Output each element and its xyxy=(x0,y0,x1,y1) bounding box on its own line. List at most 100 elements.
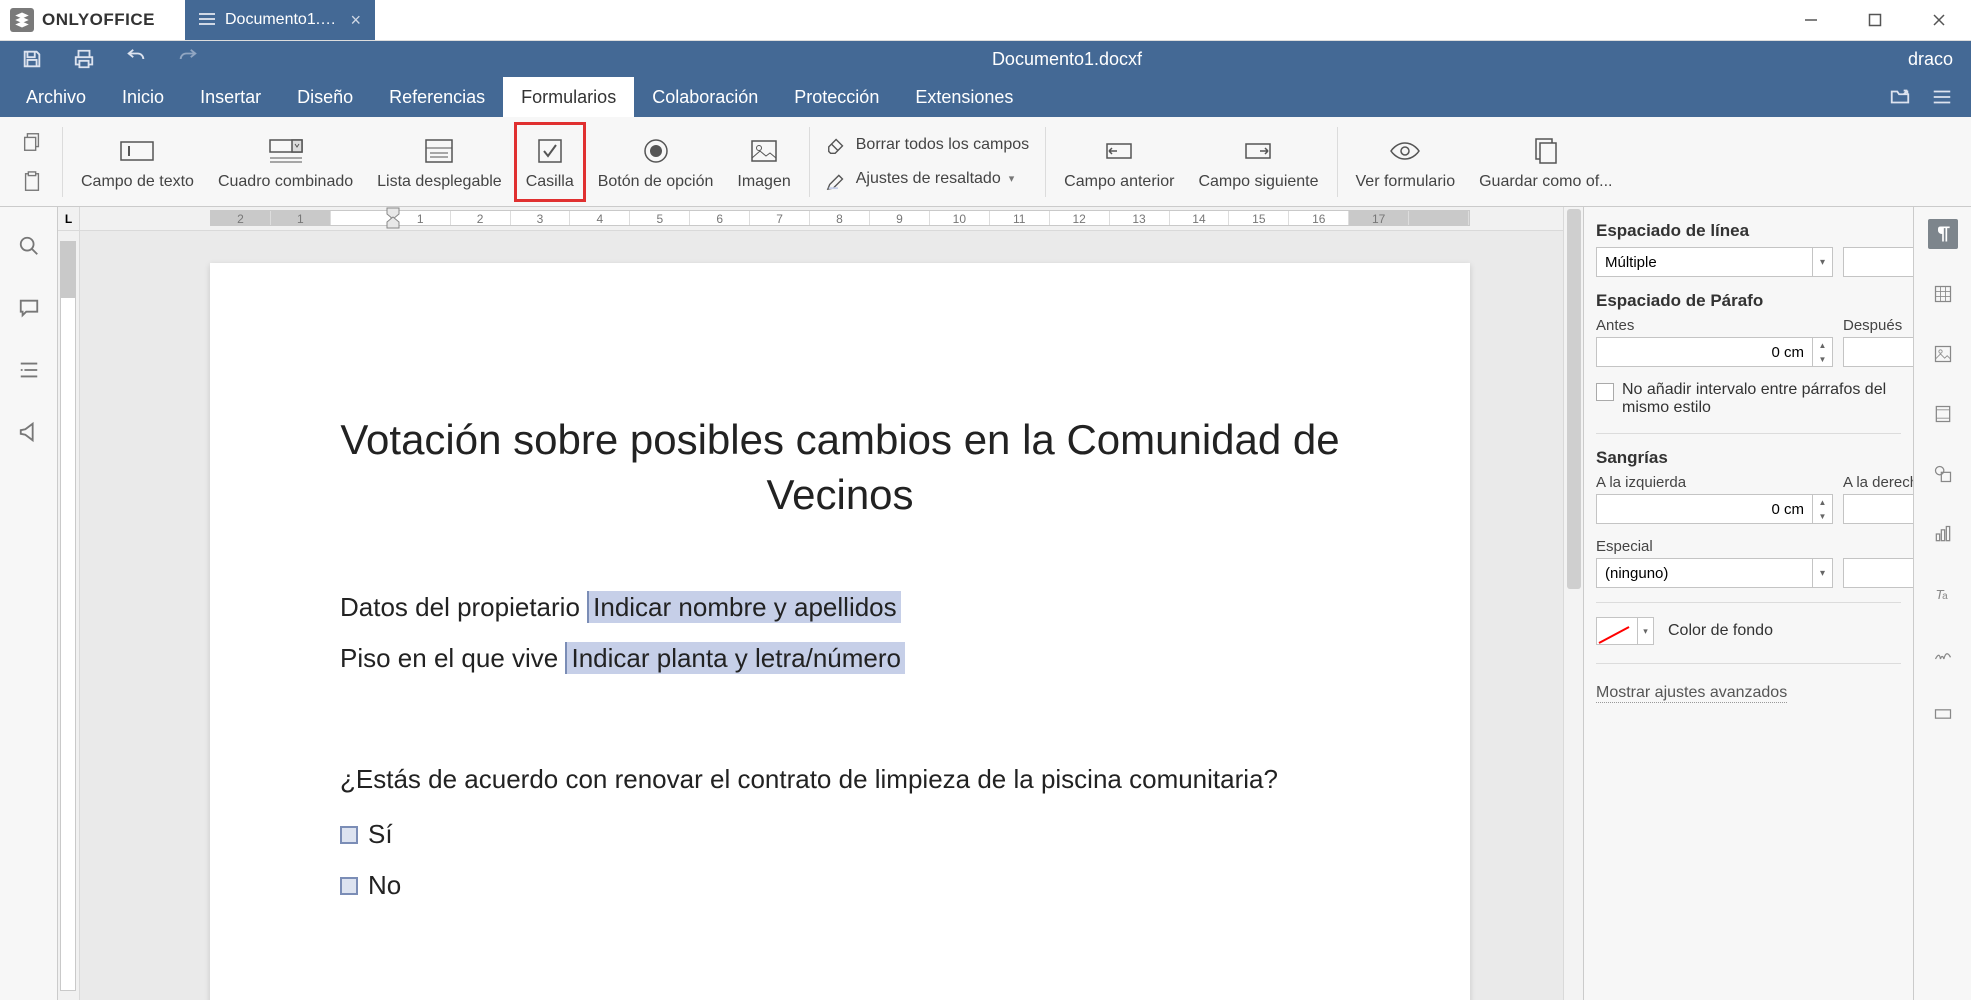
highlight-settings-button[interactable]: Ajustes de resaltado ▾ xyxy=(826,168,1029,190)
vertical-ruler[interactable] xyxy=(60,241,76,991)
close-button[interactable] xyxy=(1907,0,1971,41)
chart-settings-icon[interactable] xyxy=(1928,519,1958,549)
quick-access-toolbar: Documento1.docxf draco xyxy=(0,41,1971,77)
floor-line: Piso en el que vive Indicar planta y let… xyxy=(340,643,1340,674)
chevron-down-icon[interactable]: ▾ xyxy=(1812,248,1832,276)
tab-close-icon[interactable]: × xyxy=(350,10,361,31)
main-area: L 21 123 4567 891011 12131415 1617 Votac… xyxy=(0,207,1971,1000)
show-advanced-link[interactable]: Mostrar ajustes avanzados xyxy=(1596,684,1787,703)
feedback-icon[interactable] xyxy=(16,419,42,445)
checkbox-button[interactable]: Casilla xyxy=(514,122,586,202)
owner-line: Datos del propietario Indicar nombre y a… xyxy=(340,592,1340,623)
line-spacing-type-select[interactable]: ▾ xyxy=(1596,247,1833,277)
menu-referencias[interactable]: Referencias xyxy=(371,77,503,117)
floor-field[interactable]: Indicar planta y letra/número xyxy=(565,642,905,674)
menubar: Archivo Inicio Insertar Diseño Referenci… xyxy=(0,77,1971,117)
special-indent-select[interactable]: ▾ xyxy=(1596,558,1833,588)
spacing-before-stepper[interactable]: ▲▼ xyxy=(1596,337,1833,367)
radio-button[interactable]: Botón de opción xyxy=(586,122,726,202)
option-yes: Sí xyxy=(340,819,1340,850)
header-footer-icon[interactable] xyxy=(1928,399,1958,429)
print-icon[interactable] xyxy=(70,45,98,73)
bg-color-swatch[interactable]: ▾ xyxy=(1596,617,1654,645)
owner-name-field[interactable]: Indicar nombre y apellidos xyxy=(587,591,901,623)
menu-formularios[interactable]: Formularios xyxy=(503,77,634,117)
user-name[interactable]: draco xyxy=(1908,49,1953,70)
vertical-ruler-gutter: L xyxy=(58,207,80,1000)
doc-heading: Votación sobre posibles cambios en la Co… xyxy=(340,413,1340,522)
tab-menu-icon xyxy=(199,13,215,27)
left-sidebar xyxy=(0,207,58,1000)
image-settings-icon[interactable] xyxy=(1928,339,1958,369)
chevron-down-icon[interactable]: ▾ xyxy=(1637,618,1653,644)
document-page[interactable]: Votación sobre posibles cambios en la Co… xyxy=(210,263,1470,1000)
signature-settings-icon[interactable] xyxy=(1928,639,1958,669)
checkbox-no[interactable] xyxy=(340,877,358,895)
comments-icon[interactable] xyxy=(16,295,42,321)
text-field-button[interactable]: Campo de texto xyxy=(69,122,206,202)
open-location-icon[interactable] xyxy=(1889,86,1911,108)
image-button[interactable]: Imagen xyxy=(725,122,802,202)
indents-label: Sangrías xyxy=(1596,448,1901,468)
special-label: Especial xyxy=(1596,538,1901,555)
ribbon-formularios: Campo de texto Cuadro combinado Lista de… xyxy=(0,117,1971,207)
menu-archivo[interactable]: Archivo xyxy=(8,77,104,117)
tab-title: Documento1.doc... xyxy=(225,11,340,29)
before-label: Antes xyxy=(1596,317,1833,334)
find-icon[interactable] xyxy=(16,233,42,259)
table-settings-icon[interactable] xyxy=(1928,279,1958,309)
indent-left-stepper[interactable]: ▲▼ xyxy=(1596,494,1833,524)
app-name: ONLYOFFICE xyxy=(42,10,155,30)
menu-inicio[interactable]: Inicio xyxy=(104,77,182,117)
question-text: ¿Estás de acuerdo con renovar el contrat… xyxy=(340,764,1340,795)
menu-colaboracion[interactable]: Colaboración xyxy=(634,77,776,117)
app-brand: ONLYOFFICE xyxy=(0,0,185,40)
ruler-corner[interactable]: L xyxy=(58,207,79,231)
paragraph-settings-icon[interactable] xyxy=(1928,219,1958,249)
chevron-down-icon[interactable]: ▾ xyxy=(1812,559,1832,587)
vertical-scrollbar[interactable] xyxy=(1563,207,1583,1000)
indent-marker-icon[interactable] xyxy=(386,207,400,234)
line-spacing-type-input[interactable] xyxy=(1597,248,1812,276)
save-as-oform-button[interactable]: Guardar como of... xyxy=(1467,122,1624,202)
right-settings-strip: Ta xyxy=(1913,207,1971,1000)
document-title: Documento1.docxf xyxy=(226,49,1908,70)
prev-field-button[interactable]: Campo anterior xyxy=(1052,122,1186,202)
maximize-button[interactable] xyxy=(1843,0,1907,41)
document-canvas[interactable]: 21 123 4567 891011 12131415 1617 Votació… xyxy=(80,207,1563,1000)
option-no: No xyxy=(340,870,1340,901)
svg-text:a: a xyxy=(1942,591,1948,602)
checkbox-icon[interactable] xyxy=(1596,383,1614,401)
menu-insertar[interactable]: Insertar xyxy=(182,77,279,117)
form-settings-icon[interactable] xyxy=(1928,699,1958,729)
paste-icon[interactable] xyxy=(18,170,46,194)
textart-settings-icon[interactable]: Ta xyxy=(1928,579,1958,609)
view-settings-icon[interactable] xyxy=(1931,86,1953,108)
no-space-same-style-option[interactable]: No añadir intervalo entre párrafos del m… xyxy=(1596,381,1901,417)
combo-box-button[interactable]: Cuadro combinado xyxy=(206,122,365,202)
shape-settings-icon[interactable] xyxy=(1928,459,1958,489)
clear-all-fields-button[interactable]: Borrar todos los campos xyxy=(826,134,1029,156)
redo-icon[interactable] xyxy=(174,45,202,73)
headings-icon[interactable] xyxy=(16,357,42,383)
bg-color-label: Color de fondo xyxy=(1668,622,1773,640)
titlebar: ONLYOFFICE Documento1.doc... × xyxy=(0,0,1971,41)
menu-diseno[interactable]: Diseño xyxy=(279,77,371,117)
menu-proteccion[interactable]: Protección xyxy=(776,77,897,117)
chevron-down-icon: ▾ xyxy=(1009,172,1015,185)
view-form-button[interactable]: Ver formulario xyxy=(1344,122,1468,202)
copy-icon[interactable] xyxy=(18,130,46,154)
menu-extensiones[interactable]: Extensiones xyxy=(897,77,1031,117)
minimize-button[interactable] xyxy=(1779,0,1843,41)
document-tab[interactable]: Documento1.doc... × xyxy=(185,0,375,40)
dropdown-list-button[interactable]: Lista desplegable xyxy=(365,122,514,202)
save-icon[interactable] xyxy=(18,45,46,73)
line-spacing-label: Espaciado de línea xyxy=(1596,221,1901,241)
para-spacing-label: Espaciado de Párafo xyxy=(1596,291,1901,311)
undo-icon[interactable] xyxy=(122,45,150,73)
app-logo-icon xyxy=(10,8,34,32)
checkbox-yes[interactable] xyxy=(340,826,358,844)
scrollbar-thumb[interactable] xyxy=(1567,209,1581,589)
indent-left-label: A la izquierda xyxy=(1596,474,1833,491)
next-field-button[interactable]: Campo siguiente xyxy=(1186,122,1330,202)
